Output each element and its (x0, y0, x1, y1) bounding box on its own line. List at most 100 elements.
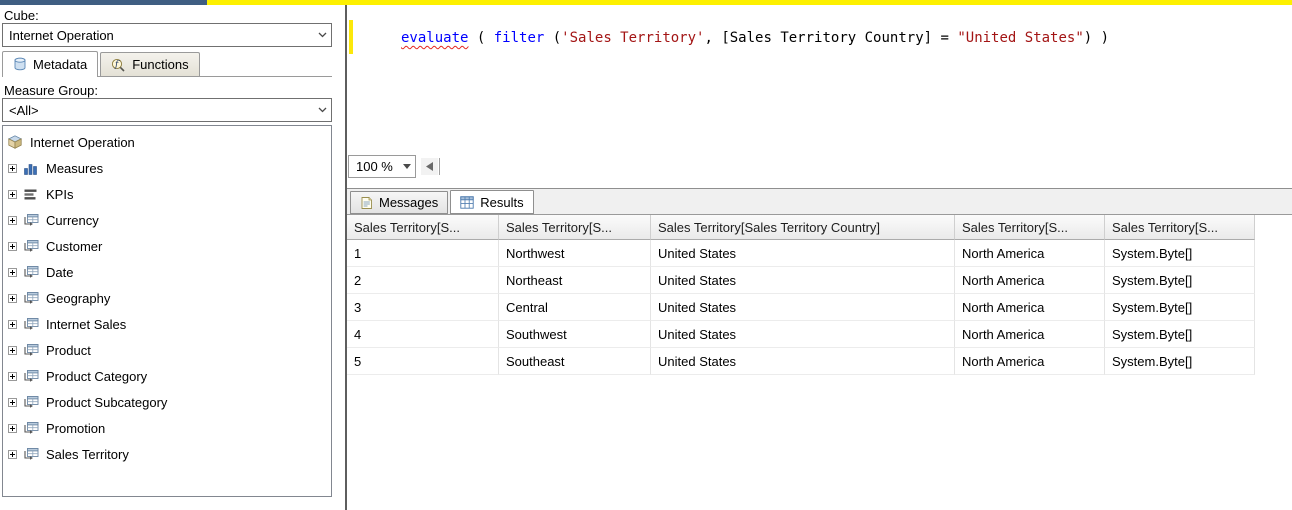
table-cell: 2 (347, 267, 499, 294)
tree-item-internet-operation[interactable]: Internet Operation (3, 129, 331, 155)
tab-metadata[interactable]: Metadata (2, 51, 99, 77)
column-header[interactable]: Sales Territory[S... (499, 215, 651, 240)
query-editor[interactable]: evaluate ( filter ('Sales Territory', [S… (347, 5, 1292, 188)
tree-item-promotion[interactable]: Promotion (3, 415, 331, 441)
expand-plus-icon[interactable] (8, 345, 24, 355)
dax-query-line[interactable]: evaluate ( filter ('Sales Territory', [S… (401, 27, 1109, 49)
table-cell: Southwest (499, 321, 651, 348)
tree-item-label: Internet Operation (30, 134, 135, 150)
tree-item-label: KPIs (46, 186, 74, 202)
tab-functions[interactable]: f Functions (100, 52, 200, 76)
scrollbar-divider (439, 157, 440, 175)
results-grid: Sales Territory[S... Sales Territory[S...… (347, 214, 1292, 510)
table-cell: United States (651, 240, 955, 267)
tree-item-label: Product Category (46, 368, 148, 384)
table-cell: Southeast (499, 348, 651, 375)
tree-item-date[interactable]: Date (3, 259, 331, 285)
column-header[interactable]: Sales Territory[S... (347, 215, 499, 240)
expand-plus-icon[interactable] (8, 293, 24, 303)
dimension-icon (24, 421, 44, 435)
tab-results[interactable]: Results (450, 190, 534, 214)
tree-item-internet-sales[interactable]: Internet Sales (3, 311, 331, 337)
dimension-icon (24, 395, 44, 409)
table-row[interactable]: 4 Southwest United States North America Syst… (347, 321, 1292, 348)
grid-header-row: Sales Territory[S... Sales Territory[S...… (347, 215, 1292, 240)
metadata-pane: Cube: Internet Operation Metadata f Func… (0, 5, 336, 510)
scroll-left-button[interactable] (421, 157, 438, 175)
measures-icon (24, 162, 44, 175)
tree-item-label: Product (46, 342, 91, 358)
tree-item-product-subcategory[interactable]: Product Subcategory (3, 389, 331, 415)
column-header[interactable]: Sales Territory[Sales Territory Country] (651, 215, 955, 240)
table-cell: North America (955, 294, 1105, 321)
table-cell: 4 (347, 321, 499, 348)
tree-item-kpis[interactable]: KPIs (3, 181, 331, 207)
expand-plus-icon[interactable] (8, 449, 24, 459)
code-token-plain: ) ) (1083, 30, 1110, 46)
metadata-tree: Internet Operation Measures KPIs Currency Cu… (2, 125, 332, 497)
table-cell: 5 (347, 348, 499, 375)
table-cell: 3 (347, 294, 499, 321)
results-pane: Messages Results Sales Territory[S... Sal… (347, 189, 1292, 510)
expand-plus-icon[interactable] (8, 215, 24, 225)
dimension-icon (24, 239, 44, 253)
table-row[interactable]: 3 Central United States North America System… (347, 294, 1292, 321)
tree-item-currency[interactable]: Currency (3, 207, 331, 233)
table-cell: System.Byte[] (1105, 321, 1255, 348)
tree-item-product-category[interactable]: Product Category (3, 363, 331, 389)
cube-dropdown[interactable]: Internet Operation (2, 23, 332, 47)
functions-icon: f (111, 58, 126, 72)
table-cell: System.Byte[] (1105, 267, 1255, 294)
expand-plus-icon[interactable] (8, 397, 24, 407)
code-token-plain: ( (468, 30, 494, 46)
table-cell: System.Byte[] (1105, 294, 1255, 321)
tree-item-label: Internet Sales (46, 316, 127, 332)
code-token-plain: = (932, 30, 958, 46)
metadata-icon (13, 57, 27, 71)
column-header[interactable]: Sales Territory[S... (1105, 215, 1255, 240)
tree-item-customer[interactable]: Customer (3, 233, 331, 259)
tab-messages[interactable]: Messages (350, 191, 449, 214)
tab-results-label: Results (480, 194, 524, 210)
table-cell: Northwest (499, 240, 651, 267)
editor-zoom-bar: 100 % (348, 154, 440, 178)
measure-group-dropdown[interactable]: <All> (2, 98, 332, 122)
chevron-down-icon[interactable] (399, 163, 415, 169)
dimension-icon (24, 265, 44, 279)
expand-plus-icon[interactable] (8, 319, 24, 329)
chevron-down-icon[interactable] (313, 24, 331, 46)
tab-functions-label: Functions (132, 57, 189, 72)
dimension-icon (24, 369, 44, 383)
chevron-down-icon[interactable] (313, 99, 331, 121)
code-token-plain: [Sales Territory Country] (721, 30, 933, 46)
table-cell: System.Byte[] (1105, 240, 1255, 267)
code-token-string: "United States" (957, 30, 1084, 46)
table-row[interactable]: 1 Northwest United States North America Syst… (347, 240, 1292, 267)
column-header[interactable]: Sales Territory[S... (955, 215, 1105, 240)
results-tab-strip: Messages Results (350, 190, 536, 214)
tree-item-sales-territory[interactable]: Sales Territory (3, 441, 331, 467)
expand-plus-icon[interactable] (8, 423, 24, 433)
tree-item-geography[interactable]: Geography (3, 285, 331, 311)
table-row[interactable]: 2 Northeast United States North America Syst… (347, 267, 1292, 294)
expand-plus-icon[interactable] (8, 371, 24, 381)
table-cell: United States (651, 267, 955, 294)
code-token-plain: , (704, 30, 722, 46)
expand-plus-icon[interactable] (8, 241, 24, 251)
tree-item-measures[interactable]: Measures (3, 155, 331, 181)
expand-plus-icon[interactable] (8, 189, 24, 199)
table-cell: Northeast (499, 267, 651, 294)
cube-dropdown-value: Internet Operation (9, 27, 114, 43)
zoom-dropdown[interactable]: 100 % (348, 154, 416, 178)
tree-item-product[interactable]: Product (3, 337, 331, 363)
tree-item-label: Measures (46, 160, 104, 176)
code-token-plain: ( (544, 30, 562, 46)
expand-plus-icon[interactable] (8, 163, 24, 173)
table-row[interactable]: 5 Southeast United States North America Syst… (347, 348, 1292, 375)
table-cell: System.Byte[] (1105, 348, 1255, 375)
table-cell: United States (651, 348, 955, 375)
table-cell: North America (955, 240, 1105, 267)
measure-group-label: Measure Group: (4, 83, 98, 98)
tree-item-label: Currency (46, 212, 99, 228)
expand-plus-icon[interactable] (8, 267, 24, 277)
